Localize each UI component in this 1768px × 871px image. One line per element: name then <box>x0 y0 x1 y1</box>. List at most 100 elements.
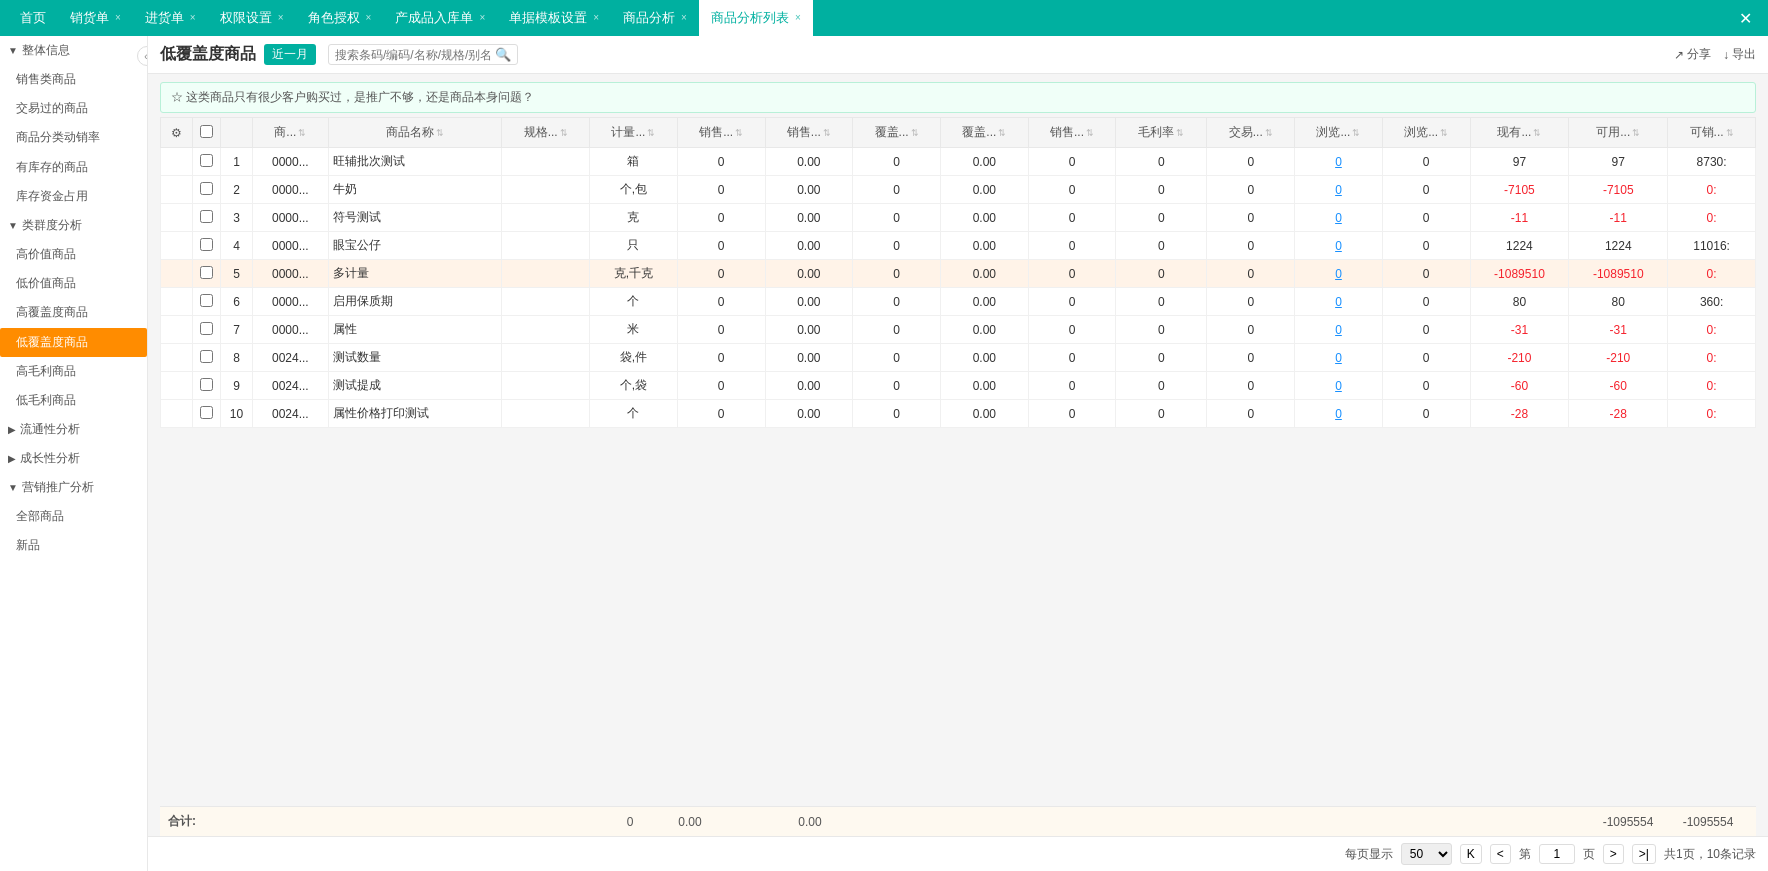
row-settings <box>161 204 193 232</box>
col-spec[interactable]: 规格...⇅ <box>502 118 590 148</box>
close-roles-icon[interactable]: × <box>366 0 372 36</box>
sidebar-item-category-rate[interactable]: 商品分类动销率 <box>0 123 147 152</box>
row-checkbox[interactable] <box>193 400 221 428</box>
sidebar-section-quality[interactable]: ▼ 类群度分析 <box>0 211 147 240</box>
row-browse1[interactable]: 0 <box>1295 288 1383 316</box>
nav-tab-products[interactable]: 产成品入库单 × <box>383 0 497 36</box>
row-checkbox[interactable] <box>193 204 221 232</box>
row-browse1[interactable]: 0 <box>1295 372 1383 400</box>
sidebar-item-high-value[interactable]: 高价值商品 <box>0 240 147 269</box>
sidebar-section-flow[interactable]: ▶ 流通性分析 <box>0 415 147 444</box>
col-code[interactable]: 商...⇅ <box>253 118 329 148</box>
nav-tab-analysis-list[interactable]: 商品分析列表 × <box>699 0 813 36</box>
sidebar-item-new-goods[interactable]: 新品 <box>0 531 147 560</box>
row-checkbox[interactable] <box>193 176 221 204</box>
row-sales-x: 0 <box>1028 232 1116 260</box>
period-button[interactable]: 近一月 <box>264 44 316 65</box>
sidebar-item-low-margin[interactable]: 低毛利商品 <box>0 386 147 415</box>
nav-tab-analysis[interactable]: 商品分析 × <box>611 0 699 36</box>
row-browse2: 0 <box>1382 400 1470 428</box>
select-all-checkbox[interactable] <box>200 125 213 138</box>
col-sales-qty[interactable]: 销售...⇅ <box>677 118 765 148</box>
row-checkbox[interactable] <box>193 232 221 260</box>
row-checkbox[interactable] <box>193 372 221 400</box>
sidebar-item-in-stock[interactable]: 有库存的商品 <box>0 153 147 182</box>
nav-tab-templates[interactable]: 单据模板设置 × <box>497 0 611 36</box>
sidebar-item-high-coverage[interactable]: 高覆盖度商品 <box>0 298 147 327</box>
row-browse1[interactable]: 0 <box>1295 344 1383 372</box>
close-sales-icon[interactable]: × <box>115 0 121 36</box>
arrow-quality-icon: ▼ <box>8 220 18 231</box>
col-current[interactable]: 现有...⇅ <box>1470 118 1569 148</box>
col-available[interactable]: 可用...⇅ <box>1569 118 1668 148</box>
sidebar-item-low-value[interactable]: 低价值商品 <box>0 269 147 298</box>
first-page-button[interactable]: K <box>1460 844 1482 864</box>
row-browse1[interactable]: 0 <box>1295 148 1383 176</box>
nav-tab-permissions[interactable]: 权限设置 × <box>208 0 296 36</box>
page-size-select[interactable]: 50 20 100 <box>1401 843 1452 865</box>
row-spec <box>502 232 590 260</box>
col-coverage2[interactable]: 覆盖...⇅ <box>940 118 1028 148</box>
table-row: 8 0024... 测试数量 袋,件 0 0.00 0 0.00 0 0 0 0… <box>161 344 1756 372</box>
row-name: 属性价格打印测试 <box>328 400 502 428</box>
close-analysis-icon[interactable]: × <box>681 0 687 36</box>
table-row: 3 0000... 符号测试 克 0 0.00 0 0.00 0 0 0 0 0… <box>161 204 1756 232</box>
prev-page-button[interactable]: < <box>1490 844 1511 864</box>
sidebar-item-all-goods[interactable]: 全部商品 <box>0 502 147 531</box>
row-checkbox[interactable] <box>193 316 221 344</box>
sidebar-item-traded-goods[interactable]: 交易过的商品 <box>0 94 147 123</box>
col-browse1[interactable]: 浏览...⇅ <box>1295 118 1383 148</box>
row-browse1[interactable]: 0 <box>1295 204 1383 232</box>
sidebar-section-marketing[interactable]: ▼ 营销推广分析 <box>0 473 147 502</box>
row-checkbox[interactable] <box>193 344 221 372</box>
search-icon[interactable]: 🔍 <box>495 47 511 62</box>
sidebar-section-overall[interactable]: ▼ 整体信息 <box>0 36 147 65</box>
export-button[interactable]: ↓ 导出 <box>1723 46 1756 63</box>
col-name[interactable]: 商品名称⇅ <box>328 118 502 148</box>
table-container[interactable]: ⚙ 商...⇅ 商品名称⇅ 规格...⇅ 计量...⇅ 销售...⇅ 销售...… <box>160 117 1756 806</box>
row-browse1[interactable]: 0 <box>1295 260 1383 288</box>
close-products-icon[interactable]: × <box>479 0 485 36</box>
search-input[interactable] <box>335 48 495 62</box>
row-trade: 0 <box>1207 176 1295 204</box>
share-button[interactable]: ↗ 分享 <box>1674 46 1711 63</box>
close-analysis-list-icon[interactable]: × <box>795 0 801 36</box>
col-settings[interactable]: ⚙ <box>161 118 193 148</box>
row-coverage1: 0 <box>853 344 941 372</box>
nav-tab-sales[interactable]: 销货单 × <box>58 0 133 36</box>
page-number-input[interactable] <box>1539 844 1575 864</box>
sidebar-item-low-coverage[interactable]: 低覆盖度商品 <box>0 328 147 357</box>
col-margin-rate[interactable]: 毛利率⇅ <box>1116 118 1207 148</box>
row-browse1[interactable]: 0 <box>1295 316 1383 344</box>
close-all-tabs-button[interactable]: ✕ <box>1731 9 1760 28</box>
row-browse1[interactable]: 0 <box>1295 232 1383 260</box>
row-checkbox[interactable] <box>193 148 221 176</box>
col-trade[interactable]: 交易...⇅ <box>1207 118 1295 148</box>
table-row: 10 0024... 属性价格打印测试 个 0 0.00 0 0.00 0 0 … <box>161 400 1756 428</box>
close-templates-icon[interactable]: × <box>593 0 599 36</box>
row-browse2: 0 <box>1382 204 1470 232</box>
col-unit[interactable]: 计量...⇅ <box>590 118 678 148</box>
col-coverage1[interactable]: 覆盖...⇅ <box>853 118 941 148</box>
close-purchase-icon[interactable]: × <box>190 0 196 36</box>
col-saleable[interactable]: 可销...⇅ <box>1668 118 1756 148</box>
col-sales-amt[interactable]: 销售...⇅ <box>765 118 853 148</box>
col-checkbox[interactable] <box>193 118 221 148</box>
sidebar-section-growth[interactable]: ▶ 成长性分析 <box>0 444 147 473</box>
col-browse2[interactable]: 浏览...⇅ <box>1382 118 1470 148</box>
nav-tab-home[interactable]: 首页 <box>8 0 58 36</box>
last-page-button[interactable]: >| <box>1632 844 1656 864</box>
nav-tab-roles[interactable]: 角色授权 × <box>296 0 384 36</box>
next-page-button[interactable]: > <box>1603 844 1624 864</box>
close-permissions-icon[interactable]: × <box>278 0 284 36</box>
col-sales-x[interactable]: 销售...⇅ <box>1028 118 1116 148</box>
row-current: 1224 <box>1470 232 1569 260</box>
row-checkbox[interactable] <box>193 260 221 288</box>
row-browse1[interactable]: 0 <box>1295 176 1383 204</box>
row-checkbox[interactable] <box>193 288 221 316</box>
sidebar-item-fund-occupy[interactable]: 库存资金占用 <box>0 182 147 211</box>
sidebar-item-high-margin[interactable]: 高毛利商品 <box>0 357 147 386</box>
nav-tab-purchase[interactable]: 进货单 × <box>133 0 208 36</box>
row-browse1[interactable]: 0 <box>1295 400 1383 428</box>
sidebar-item-sales-goods[interactable]: 销售类商品 <box>0 65 147 94</box>
